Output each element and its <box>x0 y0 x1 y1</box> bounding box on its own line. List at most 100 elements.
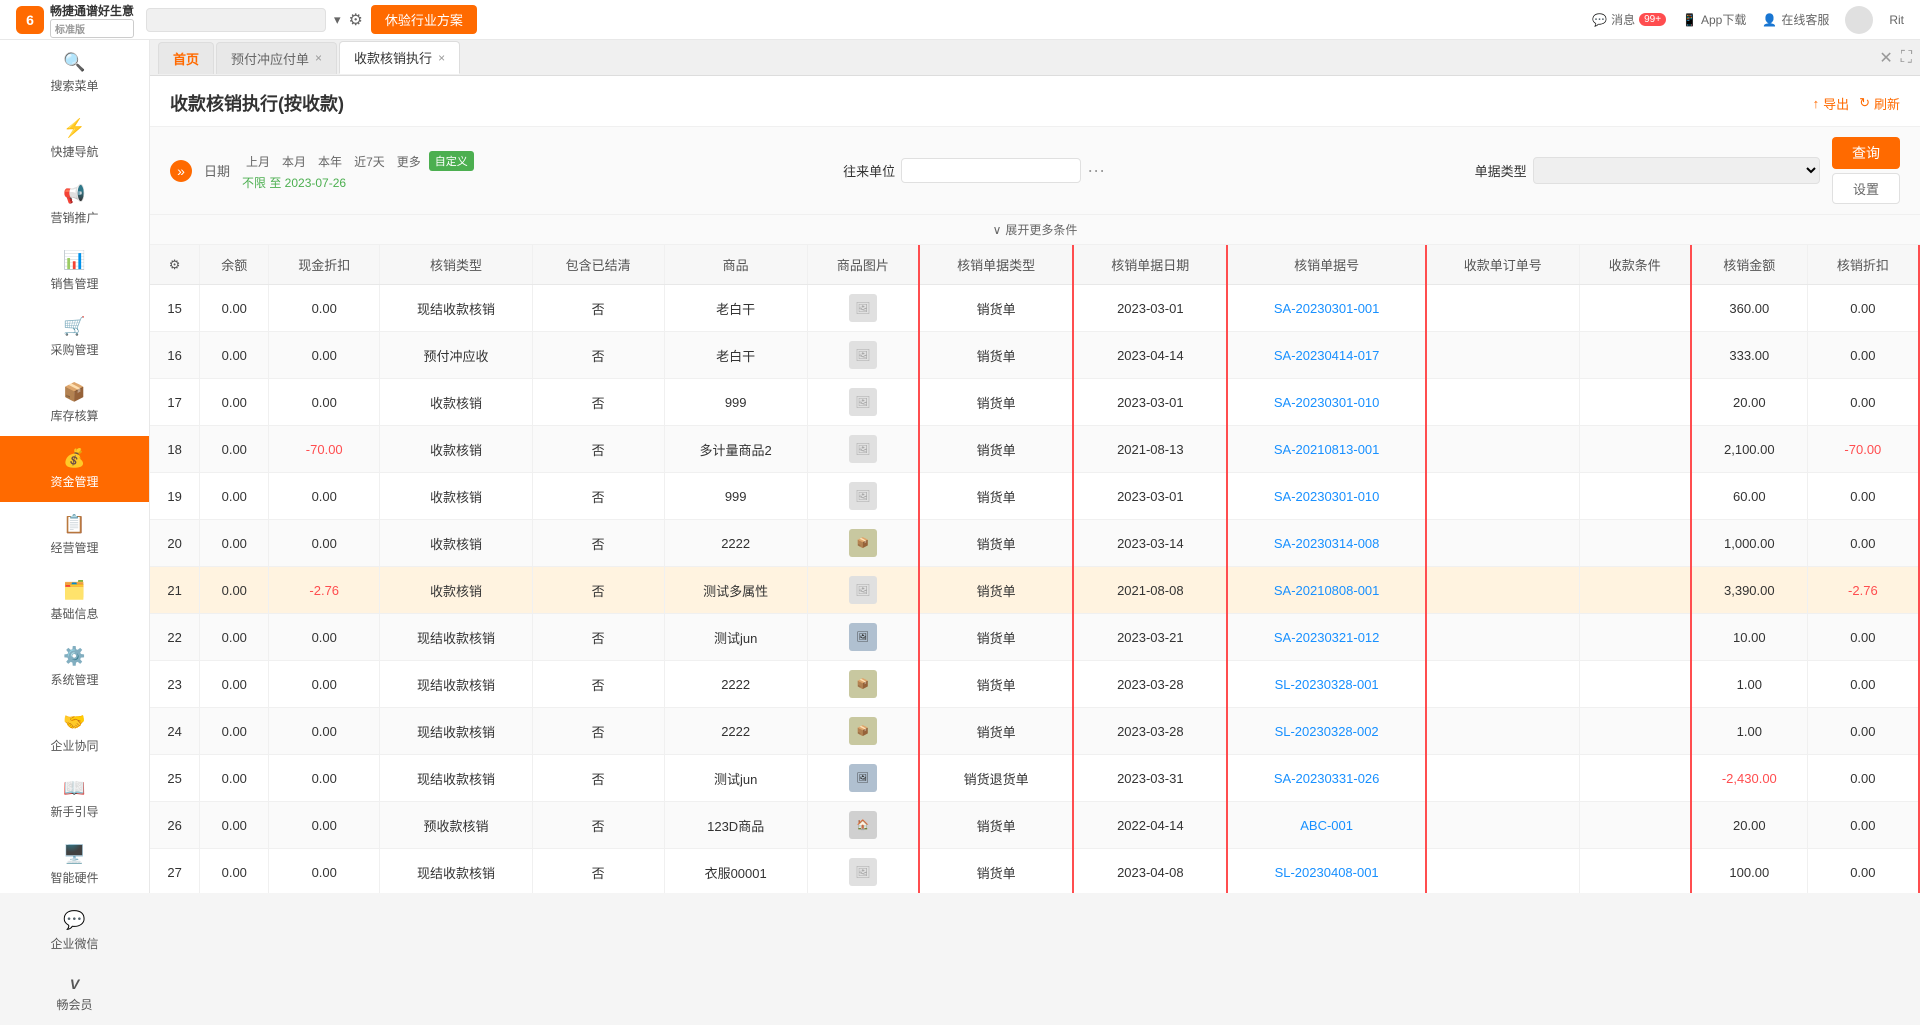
bill-no-link[interactable]: SA-20230321-012 <box>1274 630 1380 645</box>
th-gear[interactable]: ⚙ <box>150 245 200 285</box>
tab-expand-icon[interactable]: ⛶ <box>1901 49 1912 67</box>
cell-cash-discount: 0.00 <box>269 755 380 802</box>
sidebar-label-shortcut: 快捷导航 <box>50 143 98 160</box>
cell-cancel-amount: 333.00 <box>1691 332 1807 379</box>
sidebar-label-purchase: 采购管理 <box>50 341 98 358</box>
top-bar-dropdown-icon[interactable]: ▾ <box>334 12 341 28</box>
to-unit-filter: 往来单位 ··· <box>843 158 1105 183</box>
th-bill-no: 核销单据号 <box>1227 245 1425 285</box>
tab-receivable[interactable]: 收款核销执行 × <box>339 41 460 74</box>
top-bar-center: ▾ ⚙ 休验行业方案 <box>146 5 1580 34</box>
bill-no-link[interactable]: SA-20210808-001 <box>1274 583 1380 598</box>
sidebar-item-operations[interactable]: 📋 经营管理 <box>0 502 149 568</box>
last-7days-btn[interactable]: 近7天 <box>350 151 389 172</box>
main-layout: 🔍 搜索菜单 ⚡ 快捷导航 📢 营销推广 📊 销售管理 🛒 采购管理 📦 库存核… <box>0 40 1920 893</box>
cell-cash-discount: 0.00 <box>269 473 380 520</box>
sidebar-item-shortcut[interactable]: ⚡ 快捷导航 <box>0 106 149 172</box>
sidebar-item-inventory[interactable]: 📦 库存核算 <box>0 370 149 436</box>
cell-bill-no: SA-20230301-010 <box>1227 379 1425 426</box>
online-service-button[interactable]: 👤 在线客服 <box>1762 11 1829 28</box>
expand-more-bar: ∨ 展开更多条件 <box>150 215 1920 245</box>
messages-button[interactable]: 💬 消息 99+ <box>1592 11 1666 28</box>
avatar[interactable] <box>1845 6 1873 34</box>
cell-bill-no: SA-20230301-001 <box>1227 285 1425 332</box>
sidebar-item-marketing[interactable]: 📢 营销推广 <box>0 172 149 238</box>
bill-no-link[interactable]: SA-20230301-010 <box>1274 395 1380 410</box>
bill-no-link[interactable]: SA-20230331-026 <box>1274 771 1380 786</box>
tab-close-all-icon[interactable]: ✕ <box>1879 48 1892 68</box>
cell-include-cleared: 否 <box>532 802 664 849</box>
sidebar-label-inventory: 库存核算 <box>50 407 98 424</box>
to-unit-input[interactable] <box>901 158 1081 183</box>
bill-no-link[interactable]: SA-20230414-017 <box>1274 348 1380 363</box>
this-month-btn[interactable]: 本月 <box>278 151 310 172</box>
sidebar-item-hardware[interactable]: 🖥️ 智能硬件 <box>0 832 149 898</box>
filter-expand-button[interactable]: » <box>170 160 192 182</box>
basic-info-icon: 🗂️ <box>63 580 85 601</box>
tab-prepay[interactable]: 预付冲应付单 × <box>216 42 337 74</box>
cell-receipt-condition <box>1579 285 1691 332</box>
industry-solution-button[interactable]: 休验行业方案 <box>371 5 477 34</box>
cell-bill-date: 2023-04-08 <box>1073 849 1227 894</box>
page-header: 收款核销执行(按收款) ↑ 导出 ↻ 刷新 <box>150 76 1920 127</box>
main-table: ⚙ 余额 现金折扣 核销类型 包含已结清 商品 商品图片 核销单据类型 核销单据… <box>150 245 1920 893</box>
bill-type-select[interactable] <box>1533 157 1820 184</box>
sidebar-item-basic-info[interactable]: 🗂️ 基础信息 <box>0 568 149 634</box>
prepay-tab-close-icon[interactable]: × <box>315 51 322 65</box>
cell-balance: 0.00 <box>200 849 269 894</box>
bill-no-link[interactable]: SA-20210813-001 <box>1274 442 1380 457</box>
to-unit-dots[interactable]: ··· <box>1087 160 1105 181</box>
last-month-btn[interactable]: 上月 <box>242 151 274 172</box>
cell-bill-type: 销货单 <box>919 708 1073 755</box>
cell-bill-type: 销货单 <box>919 567 1073 614</box>
bill-no-link[interactable]: SL-20230408-001 <box>1275 865 1379 880</box>
cell-receipt-order-no <box>1426 426 1579 473</box>
cell-balance: 0.00 <box>200 567 269 614</box>
cell-id: 15 <box>150 285 200 332</box>
cell-cancel-discount: 0.00 <box>1807 520 1919 567</box>
bill-no-link[interactable]: SA-20230301-001 <box>1274 301 1380 316</box>
settings-button[interactable]: 设置 <box>1832 173 1900 204</box>
sidebar-item-system[interactable]: ⚙️ 系统管理 <box>0 634 149 700</box>
this-year-btn[interactable]: 本年 <box>314 151 346 172</box>
sales-icon: 📊 <box>63 250 85 271</box>
sidebar-item-enterprise[interactable]: 🤝 企业协同 <box>0 700 149 766</box>
sidebar-item-member[interactable]: V 畅会员 <box>0 964 149 1025</box>
sidebar-item-search[interactable]: 🔍 搜索菜单 <box>0 40 149 106</box>
refresh-button[interactable]: ↻ 刷新 <box>1859 94 1900 113</box>
bill-no-link[interactable]: ABC-001 <box>1300 818 1353 833</box>
cell-cancel-type: 现结收款核销 <box>380 661 533 708</box>
th-bill-type: 核销单据类型 <box>919 245 1073 285</box>
sidebar-item-guide[interactable]: 📖 新手引导 <box>0 766 149 832</box>
table-row: 27 0.00 0.00 现结收款核销 否 衣服00001 🖼 销货单 2023… <box>150 849 1919 894</box>
sidebar-item-wechat[interactable]: 💬 企业微信 <box>0 898 149 964</box>
bill-no-link[interactable]: SL-20230328-001 <box>1275 677 1379 692</box>
sidebar-item-sales[interactable]: 📊 销售管理 <box>0 238 149 304</box>
export-button[interactable]: ↑ 导出 <box>1813 94 1850 113</box>
receivable-tab-close-icon[interactable]: × <box>438 51 445 65</box>
cell-receipt-condition <box>1579 379 1691 426</box>
cell-product-image: 🖼 <box>807 426 919 473</box>
cell-cancel-amount: 20.00 <box>1691 802 1807 849</box>
bill-no-link[interactable]: SL-20230328-002 <box>1275 724 1379 739</box>
message-icon: 💬 <box>1592 13 1607 27</box>
cell-include-cleared: 否 <box>532 285 664 332</box>
logo-tag: 标准版 <box>50 19 134 38</box>
app-download-button[interactable]: 📱 App下载 <box>1682 11 1746 28</box>
expand-more-button[interactable]: ∨ 展开更多条件 <box>993 221 1078 238</box>
settings-icon[interactable]: ⚙ <box>349 10 363 30</box>
sidebar-item-purchase[interactable]: 🛒 采购管理 <box>0 304 149 370</box>
custom-date-btn[interactable]: 自定义 <box>429 151 474 171</box>
more-date-btn[interactable]: 更多 <box>393 151 425 172</box>
purchase-icon: 🛒 <box>63 316 85 337</box>
cell-product-image: 🖼 <box>807 379 919 426</box>
top-bar-search-input[interactable] <box>146 8 326 32</box>
bill-no-link[interactable]: SA-20230301-010 <box>1274 489 1380 504</box>
tab-home[interactable]: 首页 <box>158 42 214 74</box>
sidebar-item-finance[interactable]: 💰 资金管理 <box>0 436 149 502</box>
bill-no-link[interactable]: SA-20230314-008 <box>1274 536 1380 551</box>
online-service-label: 在线客服 <box>1781 11 1829 28</box>
th-cancel-amount: 核销金额 <box>1691 245 1807 285</box>
cell-cancel-discount: 0.00 <box>1807 473 1919 520</box>
query-button[interactable]: 查询 <box>1832 137 1900 169</box>
